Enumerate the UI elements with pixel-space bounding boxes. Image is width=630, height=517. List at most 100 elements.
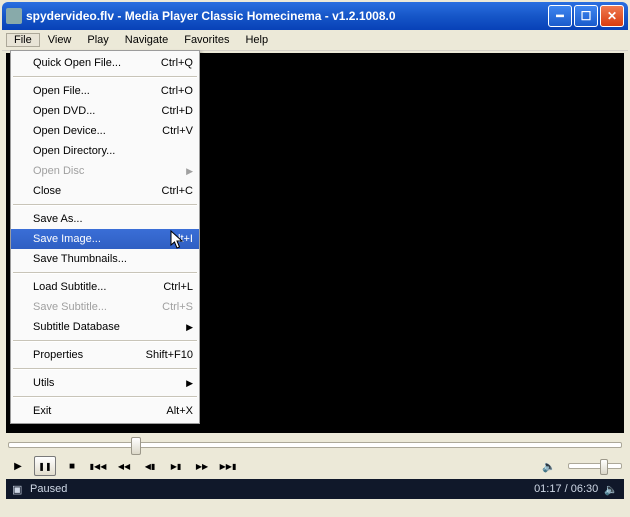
controls: ▶ ❚❚ ■ ▮◀◀ ◀◀ ◀▮ ▶▮ ▶▶ ▶▶▮ 🔈 (8, 455, 622, 477)
menu-exit-label: Exit (33, 404, 158, 418)
menu-open-file-shortcut: Ctrl+O (161, 84, 193, 98)
menu-save-subtitle: Save Subtitle... Ctrl+S (11, 297, 199, 317)
rewind-icon: ◀◀ (118, 462, 130, 471)
menu-close[interactable]: Close Ctrl+C (11, 181, 199, 201)
menu-separator (13, 340, 197, 342)
speaker-icon[interactable]: 🔈 (542, 460, 556, 473)
menu-separator (13, 396, 197, 398)
menu-help[interactable]: Help (237, 33, 276, 47)
rewind-button[interactable]: ◀◀ (114, 457, 134, 475)
menu-open-file-label: Open File... (33, 84, 153, 98)
menu-help-label: Help (245, 34, 268, 46)
menubar: File View Play Navigate Favorites Help (2, 30, 628, 51)
stop-icon: ■ (69, 461, 75, 472)
minimize-button[interactable]: ━ (548, 5, 572, 27)
maximize-button[interactable]: ☐ (574, 5, 598, 27)
app-icon (6, 8, 22, 24)
menu-exit-shortcut: Alt+X (166, 404, 193, 418)
menu-view[interactable]: View (40, 33, 80, 47)
menu-view-label: View (48, 34, 72, 46)
menu-open-directory[interactable]: Open Directory... (11, 141, 199, 161)
menu-navigate[interactable]: Navigate (117, 33, 176, 47)
frame-fwd-icon: ▶▮ (171, 462, 182, 471)
menu-quick-open[interactable]: Quick Open File... Ctrl+Q (11, 53, 199, 73)
window-title: spydervideo.flv - Media Player Classic H… (26, 9, 548, 23)
menu-subtitle-database[interactable]: Subtitle Database ▶ (11, 317, 199, 337)
file-menu-dropdown: Quick Open File... Ctrl+Q Open File... C… (10, 50, 200, 424)
status-volume-icon: 🔈 (604, 483, 618, 496)
status-text: Paused (30, 483, 67, 495)
fastfwd-icon: ▶▶ (196, 462, 208, 471)
menu-open-dvd-shortcut: Ctrl+D (162, 104, 193, 118)
menu-utils[interactable]: Utils ▶ (11, 373, 199, 393)
frame-back-button[interactable]: ◀▮ (140, 457, 160, 475)
menu-play-label: Play (87, 34, 108, 46)
menu-load-subtitle-shortcut: Ctrl+L (163, 280, 193, 294)
menu-play[interactable]: Play (79, 33, 116, 47)
menu-file[interactable]: File (6, 33, 40, 47)
menu-save-thumbnails-label: Save Thumbnails... (33, 252, 193, 266)
menu-load-subtitle[interactable]: Load Subtitle... Ctrl+L (11, 277, 199, 297)
menu-utils-label: Utils (33, 376, 193, 390)
maximize-icon: ☐ (581, 9, 592, 23)
submenu-arrow-icon: ▶ (186, 164, 193, 178)
menu-open-disc: Open Disc ▶ (11, 161, 199, 181)
menu-open-directory-label: Open Directory... (33, 144, 193, 158)
menu-favorites[interactable]: Favorites (176, 33, 237, 47)
menu-quick-open-label: Quick Open File... (33, 56, 153, 70)
stop-button[interactable]: ■ (62, 457, 82, 475)
close-button[interactable]: ✕ (600, 5, 624, 27)
status-bar: ▣ Paused 01:17 / 06:30 🔈 (6, 479, 624, 499)
fastfwd-button[interactable]: ▶▶ (192, 457, 212, 475)
next-icon: ▶▶▮ (220, 462, 237, 471)
menu-close-label: Close (33, 184, 154, 198)
submenu-arrow-icon: ▶ (186, 320, 193, 334)
pause-button[interactable]: ❚❚ (34, 456, 56, 476)
menu-separator (13, 272, 197, 274)
menu-exit[interactable]: Exit Alt+X (11, 401, 199, 421)
frame-fwd-button[interactable]: ▶▮ (166, 457, 186, 475)
menu-open-dvd[interactable]: Open DVD... Ctrl+D (11, 101, 199, 121)
status-icon: ▣ (12, 483, 24, 495)
menu-separator (13, 368, 197, 370)
menu-save-as[interactable]: Save As... (11, 209, 199, 229)
menu-properties-shortcut: Shift+F10 (146, 348, 193, 362)
menu-open-device-shortcut: Ctrl+V (162, 124, 193, 138)
prev-button[interactable]: ▮◀◀ (88, 457, 108, 475)
menu-separator (13, 204, 197, 206)
menu-open-device[interactable]: Open Device... Ctrl+V (11, 121, 199, 141)
titlebar[interactable]: spydervideo.flv - Media Player Classic H… (2, 2, 628, 30)
close-icon: ✕ (607, 9, 617, 23)
next-button[interactable]: ▶▶▮ (218, 457, 238, 475)
menu-save-image-label: Save Image... (33, 232, 163, 246)
frame-back-icon: ◀▮ (145, 462, 156, 471)
menu-save-as-label: Save As... (33, 212, 193, 226)
menu-file-label: File (14, 34, 32, 46)
minimize-icon: ━ (556, 9, 563, 23)
volume-thumb[interactable] (600, 459, 608, 475)
seek-track[interactable] (8, 442, 622, 448)
menu-subtitle-database-label: Subtitle Database (33, 320, 193, 334)
menu-favorites-label: Favorites (184, 34, 229, 46)
menu-properties-label: Properties (33, 348, 138, 362)
menu-open-dvd-label: Open DVD... (33, 104, 154, 118)
menu-open-disc-label: Open Disc (33, 164, 193, 178)
menu-save-subtitle-shortcut: Ctrl+S (162, 300, 193, 314)
menu-navigate-label: Navigate (125, 34, 168, 46)
menu-load-subtitle-label: Load Subtitle... (33, 280, 155, 294)
status-time: 01:17 / 06:30 (534, 483, 598, 495)
menu-save-subtitle-label: Save Subtitle... (33, 300, 154, 314)
menu-open-file[interactable]: Open File... Ctrl+O (11, 81, 199, 101)
menu-save-image[interactable]: Save Image... Alt+I (11, 229, 199, 249)
prev-icon: ▮◀◀ (90, 462, 107, 471)
volume-slider[interactable] (568, 463, 622, 469)
menu-save-image-shortcut: Alt+I (171, 232, 193, 246)
menu-properties[interactable]: Properties Shift+F10 (11, 345, 199, 365)
seek-thumb[interactable] (131, 437, 141, 455)
menu-save-thumbnails[interactable]: Save Thumbnails... (11, 249, 199, 269)
play-icon: ▶ (14, 461, 22, 472)
menu-quick-open-shortcut: Ctrl+Q (161, 56, 193, 70)
play-button[interactable]: ▶ (8, 457, 28, 475)
seek-bar[interactable] (8, 437, 622, 453)
submenu-arrow-icon: ▶ (186, 376, 193, 390)
